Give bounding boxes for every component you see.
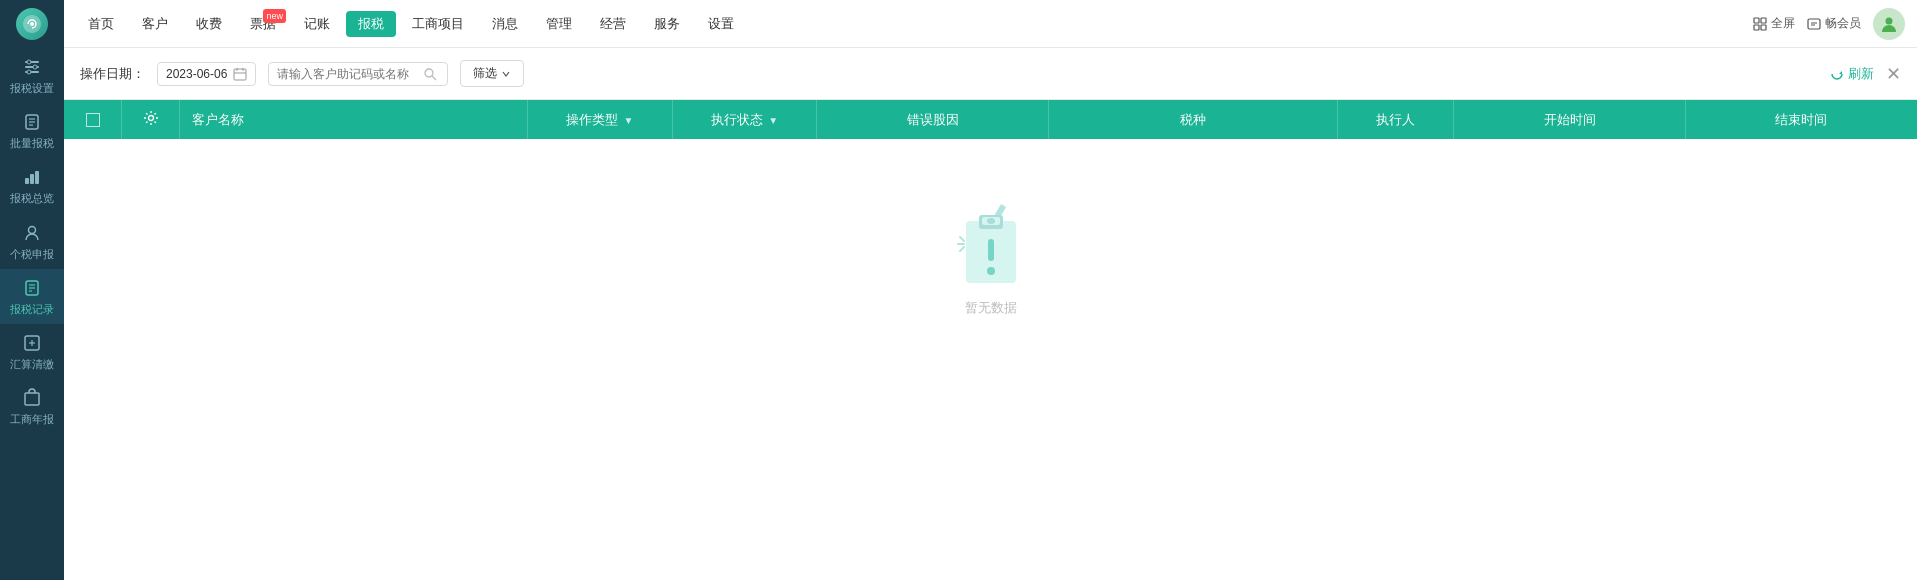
col-client-name: 客户名称 [180, 100, 527, 139]
svg-line-47 [960, 247, 964, 251]
op-type-filter-icon: ▼ [623, 115, 633, 126]
sidebar-item-label: 批量报税 [10, 137, 54, 150]
svg-point-5 [33, 65, 37, 69]
svg-rect-12 [30, 174, 34, 184]
svg-point-44 [987, 267, 995, 275]
nav-homepage[interactable]: 首页 [76, 11, 126, 37]
svg-point-14 [29, 226, 36, 233]
nav-client[interactable]: 客户 [130, 11, 180, 37]
batch-tax-icon [21, 111, 43, 133]
svg-line-34 [432, 76, 436, 80]
refresh-button[interactable]: 刷新 [1830, 65, 1874, 83]
col-op-type[interactable]: 操作类型 ▼ [527, 100, 672, 139]
fullscreen-btn[interactable]: 全屏 [1753, 15, 1795, 32]
main-wrapper: 首页 客户 收费 票据 new 记账 报税 工商项目 消息 管理 经营 服务 设… [64, 0, 1917, 580]
topnav: 首页 客户 收费 票据 new 记账 报税 工商项目 消息 管理 经营 服务 设… [64, 0, 1917, 48]
topnav-items: 首页 客户 收费 票据 new 记账 报税 工商项目 消息 管理 经营 服务 设… [76, 11, 1753, 37]
refresh-label: 刷新 [1848, 65, 1874, 83]
empty-state: 暂无数据 [64, 139, 1917, 377]
svg-rect-43 [988, 239, 994, 261]
nav-jingying[interactable]: 经营 [588, 11, 638, 37]
sidebar-item-baoshuishezhi[interactable]: 报税设置 [0, 48, 64, 103]
col-end-time: 结束时间 [1685, 100, 1917, 139]
filter-button[interactable]: 筛选 [460, 60, 524, 87]
empty-illustration [946, 199, 1036, 299]
svg-rect-13 [35, 171, 39, 184]
piaoju-badge: new [263, 9, 286, 23]
settlement-icon [21, 332, 43, 354]
col-error: 错误股因 [817, 100, 1049, 139]
nav-piaoju[interactable]: 票据 new [238, 11, 288, 37]
content-area: 操作日期： 2023-06-06 筛选 [64, 48, 1917, 580]
avatar[interactable] [1873, 8, 1905, 40]
svg-line-46 [960, 237, 964, 241]
sidebar-logo [0, 0, 64, 48]
nav-shezhi[interactable]: 设置 [696, 11, 746, 37]
date-value: 2023-06-06 [166, 67, 227, 81]
svg-point-35 [148, 116, 153, 121]
toolbar: 操作日期： 2023-06-06 筛选 [64, 48, 1917, 100]
svg-point-0 [30, 22, 34, 26]
nav-shoufei[interactable]: 收费 [184, 11, 234, 37]
close-button[interactable]: ✕ [1886, 65, 1901, 83]
nav-jichang[interactable]: 记账 [292, 11, 342, 37]
logo-icon [16, 8, 48, 40]
tax-record-icon [21, 277, 43, 299]
table-container: 客户名称 操作类型 ▼ 执行状态 ▼ 错误股因 [64, 100, 1917, 580]
col-checkbox[interactable] [64, 100, 122, 139]
col-start-time: 开始时间 [1454, 100, 1686, 139]
nav-baoshui[interactable]: 报税 [346, 11, 396, 37]
date-label: 操作日期： [80, 65, 145, 83]
data-table: 客户名称 操作类型 ▼ 执行状态 ▼ 错误股因 [64, 100, 1917, 377]
col-tax: 税种 [1048, 100, 1338, 139]
svg-rect-11 [25, 178, 29, 184]
status-filter-icon: ▼ [768, 115, 778, 126]
nav-gongshangxiangmu[interactable]: 工商项目 [400, 11, 476, 37]
sidebar-item-label: 报税总览 [10, 192, 54, 205]
personal-tax-icon [21, 222, 43, 244]
empty-text: 暂无数据 [965, 299, 1017, 317]
search-box[interactable] [268, 62, 448, 86]
svg-point-6 [27, 70, 31, 74]
svg-point-4 [27, 60, 31, 64]
sidebar-item-huisuanqingshui[interactable]: 汇算清缴 [0, 324, 64, 379]
sidebar-item-label: 报税设置 [10, 82, 54, 95]
select-all-checkbox[interactable] [86, 113, 100, 127]
svg-rect-27 [1808, 19, 1820, 29]
fullscreen-label: 全屏 [1771, 15, 1795, 32]
nav-fuwu[interactable]: 服务 [642, 11, 692, 37]
nav-guanli[interactable]: 管理 [534, 11, 584, 37]
svg-rect-26 [1761, 25, 1766, 30]
col-settings[interactable] [122, 100, 180, 139]
date-picker[interactable]: 2023-06-06 [157, 62, 256, 86]
sidebar-item-geshuishenbao[interactable]: 个税申报 [0, 214, 64, 269]
svg-point-42 [987, 218, 995, 224]
annual-report-icon [21, 387, 43, 409]
sidebar-item-label: 报税记录 [10, 303, 54, 316]
svg-rect-29 [234, 69, 246, 80]
sidebar-item-baoshuizonglan[interactable]: 报税总览 [0, 158, 64, 213]
settings-icon [21, 56, 43, 78]
svg-rect-23 [1754, 18, 1759, 23]
col-status[interactable]: 执行状态 ▼ [672, 100, 817, 139]
overview-icon [21, 166, 43, 188]
sidebar-item-piliangtax[interactable]: 批量报税 [0, 103, 64, 158]
sidebar: 报税设置 批量报税 报税总览 [0, 0, 64, 580]
svg-rect-25 [1754, 25, 1759, 30]
svg-point-33 [425, 69, 433, 77]
search-input[interactable] [277, 67, 417, 81]
sidebar-item-gongshangnianbaonews[interactable]: 工商年报 [0, 379, 64, 434]
svg-rect-22 [25, 393, 39, 405]
nav-xiaoxi[interactable]: 消息 [480, 11, 530, 37]
col-executor: 执行人 [1338, 100, 1454, 139]
sidebar-item-label: 个税申报 [10, 248, 54, 261]
sidebar-item-baoshujilu[interactable]: 报税记录 [0, 269, 64, 324]
member-label: 畅会员 [1825, 15, 1861, 32]
sidebar-item-label: 汇算清缴 [10, 358, 54, 371]
topnav-right: 全屏 畅会员 [1753, 8, 1905, 40]
sidebar-item-label: 工商年报 [10, 413, 54, 426]
svg-rect-24 [1761, 18, 1766, 23]
svg-point-28 [1886, 17, 1893, 24]
member-btn[interactable]: 畅会员 [1807, 15, 1861, 32]
